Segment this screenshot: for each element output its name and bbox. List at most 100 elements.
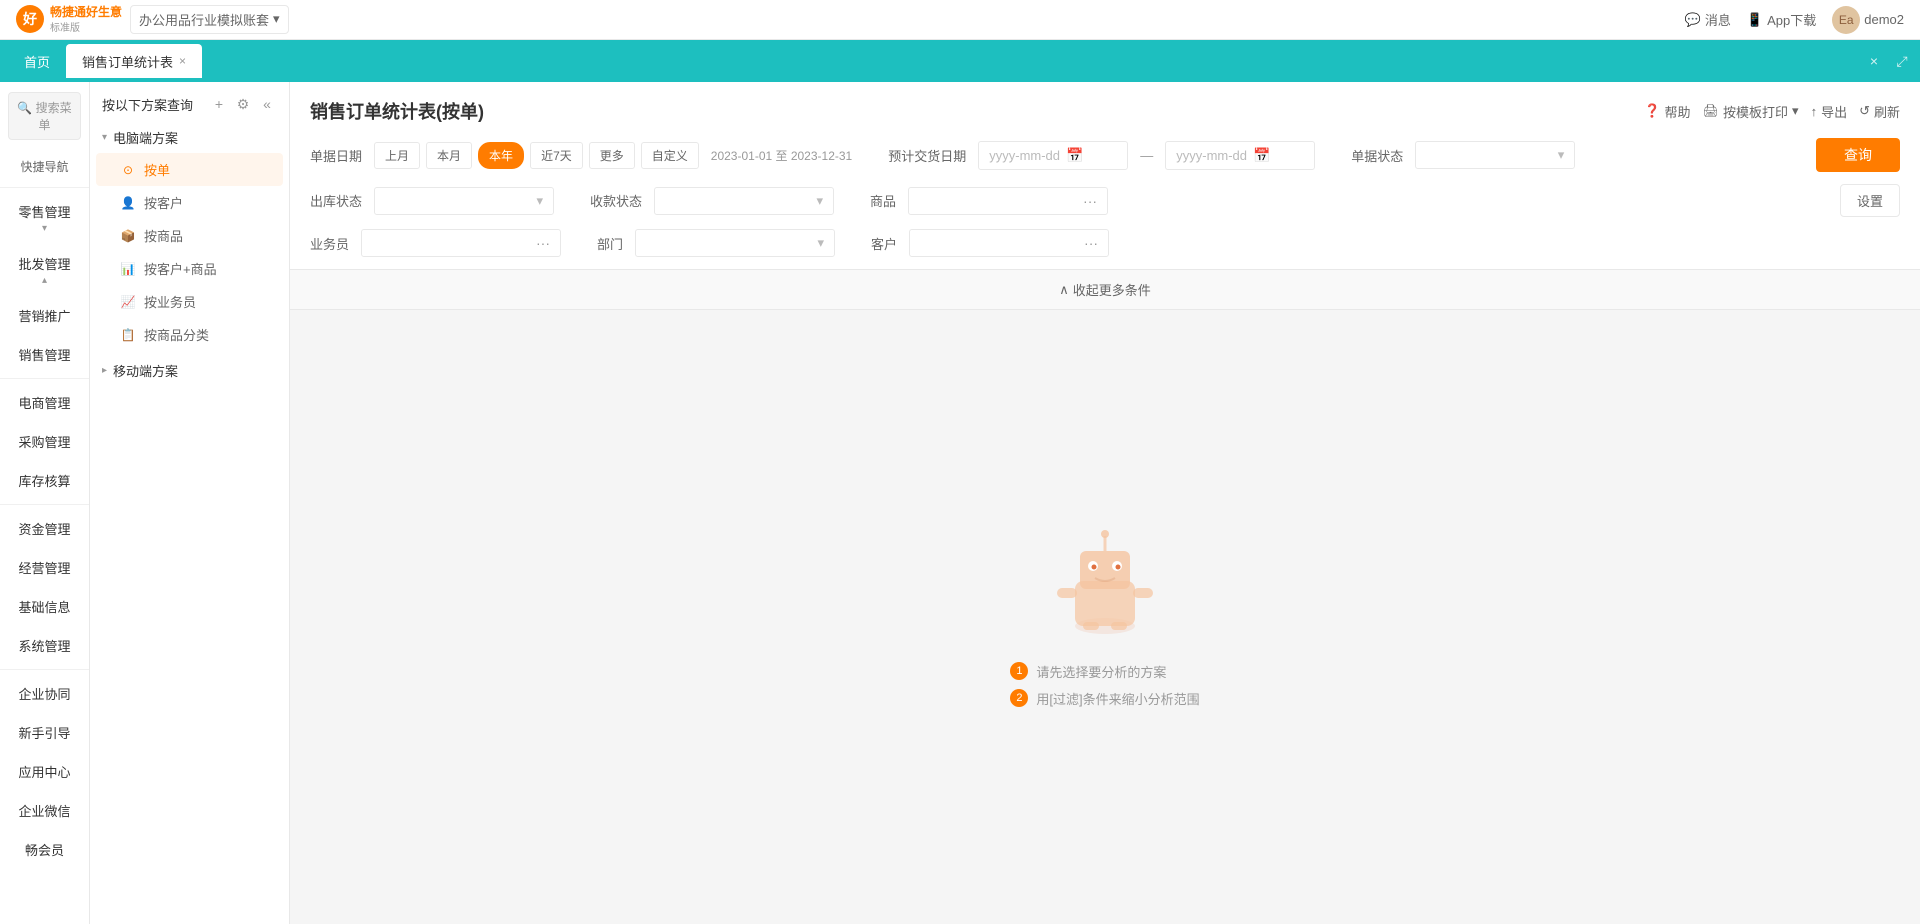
filter-row-2: 出库状态 ▾ 收款状态 ▾ 商品 ··· [310,184,1900,217]
tab-sales-stat[interactable]: 销售订单统计表 × [66,44,202,78]
finance-label: 资金管理 [18,519,70,538]
wholesale-label: 批发管理 [18,254,70,273]
tab-bar: 首页 销售订单统计表 × × ⤢ [0,40,1920,82]
sidebar-item-wechat[interactable]: 企业微信 [0,791,89,830]
retail-arrow-icon: ▾ [42,223,47,234]
hint-text-1: 请先选择要分析的方案 [1036,662,1166,681]
by-customer-label: 按客户 [144,193,183,212]
tab-close-icon[interactable]: × [179,54,186,68]
logo-text: 畅捷通好生意 [50,5,122,19]
scheme-add-btn[interactable]: + [209,94,229,114]
sidebar-divider-2 [0,378,89,379]
sidebar-item-retail[interactable]: 零售管理 ▾ [0,192,89,244]
scheme-item-by-salesperson[interactable]: 📈 按业务员 [96,285,283,318]
scheme-group-desktop-header[interactable]: ▾ 电脑端方案 [90,122,289,153]
sidebar-item-newbie[interactable]: 新手引导 [0,713,89,752]
logo-sub: 标准版 [50,19,122,34]
collect-status-select[interactable]: ▾ [654,187,834,215]
message-icon: 💬 [1685,12,1701,28]
expected-date-start[interactable]: yyyy-mm-dd 📅 [978,141,1128,170]
date-btn-more[interactable]: 更多 [589,142,635,169]
date-btn-7days[interactable]: 近7天 [530,142,583,169]
message-btn[interactable]: 💬 消息 [1685,10,1731,29]
search-menu-btn[interactable]: 🔍 搜索菜单 [8,92,81,140]
date-btn-last-month[interactable]: 上月 [374,142,420,169]
hint-num-2: 2 [1010,689,1028,707]
scheme-group-mobile: ▸ 移动端方案 [90,355,289,386]
page-actions: ❓ 帮助 🖨 按模板打印 ▾ ↑ 导出 ↺ [1644,102,1900,121]
date-btn-custom[interactable]: 自定义 [641,142,699,169]
quick-nav-btn[interactable]: 快捷导航 [0,150,89,183]
date-placeholder-start: yyyy-mm-dd [989,148,1060,163]
sidebar-item-ops[interactable]: 经营管理 [0,548,89,587]
expected-date-end[interactable]: yyyy-mm-dd 📅 [1165,141,1315,170]
sidebar-divider-3 [0,504,89,505]
tab-close-window-btn[interactable]: × [1864,51,1884,71]
date-btn-this-month[interactable]: 本月 [426,142,472,169]
set-btn[interactable]: 设置 [1840,184,1900,217]
query-btn-label: 查询 [1844,147,1872,163]
sidebar-item-inventory[interactable]: 库存核算 [0,461,89,500]
query-btn[interactable]: 查询 [1816,138,1900,172]
tab-home[interactable]: 首页 [8,44,66,78]
corp-label: 企业协同 [18,684,70,703]
sidebar-item-marketing[interactable]: 营销推广 [0,296,89,335]
status-select[interactable]: ▾ [1415,141,1575,169]
customer-select[interactable]: ··· [909,229,1109,257]
scheme-item-by-order[interactable]: ⊙ 按单 [96,153,283,186]
calendar-end-icon: 📅 [1253,147,1270,164]
export-btn[interactable]: ↑ 导出 [1811,102,1848,121]
export-label: 导出 [1821,102,1847,121]
by-goods-icon: 📦 [120,228,136,244]
sidebar-item-basic[interactable]: 基础信息 [0,587,89,626]
sidebar-item-sales[interactable]: 销售管理 [0,335,89,374]
print-icon: 🖨 [1703,103,1720,119]
sidebar-item-wholesale[interactable]: 批发管理 ▴ [0,244,89,296]
print-btn[interactable]: 🖨 按模板打印 ▾ [1703,102,1799,121]
sidebar-item-ecommerce[interactable]: 电商管理 [0,383,89,422]
filter-row-3: 业务员 ··· 部门 ▾ 客户 ··· [310,229,1900,257]
scheme-item-by-cust-goods[interactable]: 📊 按客户+商品 [96,252,283,285]
help-btn[interactable]: ❓ 帮助 [1644,102,1690,121]
goods-select[interactable]: ··· [908,187,1108,215]
app-download-btn[interactable]: 📱 App下载 [1747,10,1816,29]
scheme-collapse-btn[interactable]: « [257,94,277,114]
scheme-item-by-customer[interactable]: 👤 按客户 [96,186,283,219]
scheme-group-mobile-header[interactable]: ▸ 移动端方案 [90,355,289,386]
collapse-bar[interactable]: ∧ 收起更多条件 [290,270,1920,310]
scheme-refresh-btn[interactable]: ⚙ [233,94,253,114]
refresh-btn[interactable]: ↺ 刷新 [1859,102,1900,121]
top-bar: 好 畅捷通好生意 标准版 办公用品行业模拟账套 ▾ 💬 消息 📱 App下载 E… [0,0,1920,40]
collapse-btn[interactable]: ∧ 收起更多条件 [1059,280,1151,299]
logo-area: 好 畅捷通好生意 标准版 [16,5,122,34]
scheme-item-by-goods-cat[interactable]: 📋 按商品分类 [96,318,283,351]
sidebar-item-member[interactable]: 畅会员 [0,830,89,869]
goods-dots-icon[interactable]: ··· [1083,193,1097,209]
tab-maximize-btn[interactable]: ⤢ [1892,51,1912,71]
sidebar-item-purchase[interactable]: 采购管理 [0,422,89,461]
scheme-item-by-goods[interactable]: 📦 按商品 [96,219,283,252]
sidebar-item-finance[interactable]: 资金管理 [0,509,89,548]
ops-label: 经营管理 [18,558,70,577]
date-btn-this-year[interactable]: 本年 [478,142,524,169]
customer-dots-icon[interactable]: ··· [1084,235,1098,251]
ecommerce-label: 电商管理 [18,393,70,412]
help-icon: ❓ [1644,103,1660,119]
refresh-label: 刷新 [1874,102,1900,121]
sidebar-divider-1 [0,187,89,188]
out-status-select[interactable]: ▾ [374,187,554,215]
sidebar-item-corp[interactable]: 企业协同 [0,674,89,713]
sidebar-item-apps[interactable]: 应用中心 [0,752,89,791]
goods-label: 商品 [870,191,896,210]
dept-select[interactable]: ▾ [635,229,835,257]
logo-icon: 好 [16,5,44,33]
member-label: 畅会员 [25,840,64,859]
user-area[interactable]: Ea demo2 [1832,6,1904,34]
marketing-label: 营销推广 [18,306,70,325]
collect-status-dropdown-icon: ▾ [817,193,824,209]
salesperson-select[interactable]: ··· [361,229,561,257]
salesperson-dots-icon[interactable]: ··· [536,235,550,251]
industry-selector[interactable]: 办公用品行业模拟账套 ▾ [130,5,289,34]
avatar: Ea [1832,6,1860,34]
sidebar-item-system[interactable]: 系统管理 [0,626,89,665]
